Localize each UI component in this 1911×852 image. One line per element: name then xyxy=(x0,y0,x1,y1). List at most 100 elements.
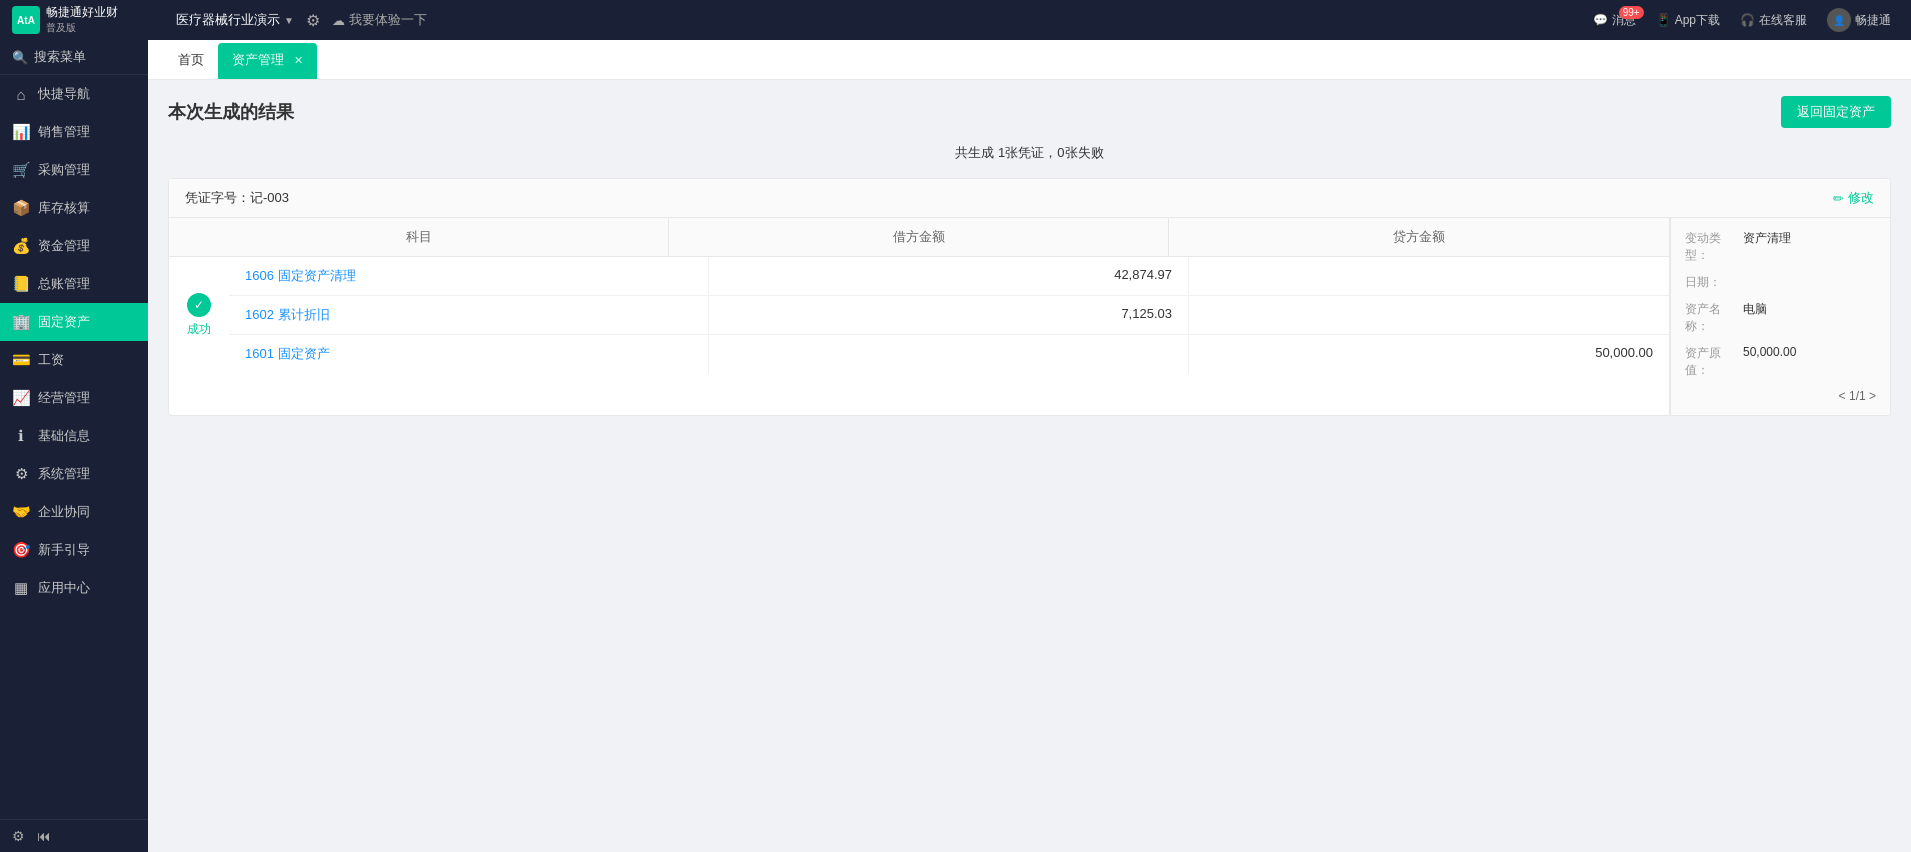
operations-icon: 📈 xyxy=(12,389,30,407)
info-icon: ℹ xyxy=(12,427,30,445)
prev-page-button[interactable]: < xyxy=(1839,389,1846,403)
asset-name-label: 资产名称： xyxy=(1685,301,1743,335)
download-icon: 📱 xyxy=(1656,13,1671,27)
page-content: 本次生成的结果 返回固定资产 共生成 1张凭证，0张失败 凭证字号：记-003 … xyxy=(148,80,1911,852)
collapse-icon[interactable]: ⏮ xyxy=(37,828,51,844)
chevron-down-icon: ▼ xyxy=(284,15,294,26)
cell-subject-2: 1601 固定资产 xyxy=(229,335,709,373)
tab-bar: 首页 资产管理 ✕ xyxy=(148,40,1911,80)
page-indicator: 1/1 xyxy=(1849,389,1869,403)
status-row: ✓ 成功 1606 固定资产清理 42,874.97 160 xyxy=(169,257,1669,373)
system-icon: ⚙ xyxy=(12,465,30,483)
sidebar-footer: ⚙ ⏮ xyxy=(0,819,148,852)
app-download-button[interactable]: 📱 App下载 xyxy=(1656,12,1720,29)
side-info-panel: 变动类型： 资产清理 日期： 资产名称： 电脑 资产原值： xyxy=(1670,218,1890,415)
date-label: 日期： xyxy=(1685,274,1743,291)
experience-button[interactable]: ☁ 我要体验一下 xyxy=(332,11,427,29)
edit-icon: ✏ xyxy=(1833,191,1844,206)
capital-icon: 💰 xyxy=(12,237,30,255)
sidebar-item-guide[interactable]: 🎯 新手引导 xyxy=(0,531,148,569)
sidebar-item-label: 企业协同 xyxy=(38,503,90,521)
col-credit: 贷方金额 xyxy=(1169,218,1669,256)
asset-name-row: 资产名称： 电脑 xyxy=(1685,301,1876,335)
sidebar-item-purchase[interactable]: 🛒 采购管理 xyxy=(0,151,148,189)
experience-label: 我要体验一下 xyxy=(349,11,427,29)
sidebar-item-ledger[interactable]: 📒 总账管理 xyxy=(0,265,148,303)
content-area: 首页 资产管理 ✕ 本次生成的结果 返回固定资产 共生成 1张凭证，0张失败 凭… xyxy=(148,40,1911,852)
cell-credit-1 xyxy=(1189,296,1669,334)
table-rows-area: 1606 固定资产清理 42,874.97 1602 累计折旧 7,125.03 xyxy=(229,257,1669,373)
edit-label: 修改 xyxy=(1848,189,1874,207)
page-header: 本次生成的结果 返回固定资产 xyxy=(168,96,1891,128)
sidebar-item-app-center[interactable]: ▦ 应用中心 xyxy=(0,569,148,607)
search-menu-button[interactable]: 🔍 搜索菜单 xyxy=(0,40,148,75)
company-selector[interactable]: 医疗器械行业演示 ▼ xyxy=(176,11,294,29)
sidebar-item-operations[interactable]: 📈 经营管理 xyxy=(0,379,148,417)
sidebar-item-label: 固定资产 xyxy=(38,313,90,331)
cell-credit-0 xyxy=(1189,257,1669,295)
status-area: ✓ 成功 xyxy=(169,283,229,348)
tab-close-icon[interactable]: ✕ xyxy=(294,54,303,66)
voucher-number: 凭证字号：记-003 xyxy=(185,189,289,207)
sidebar-item-cooperation[interactable]: 🤝 企业协同 xyxy=(0,493,148,531)
message-icon: 💬 xyxy=(1593,13,1608,27)
home-icon: ⌂ xyxy=(12,86,30,103)
app-download-label: App下载 xyxy=(1675,12,1720,29)
table-row: 1606 固定资产清理 42,874.97 xyxy=(229,257,1669,296)
user-profile[interactable]: 👤 畅捷通 xyxy=(1827,8,1891,32)
app-center-icon: ▦ xyxy=(12,579,30,597)
sidebar-item-sales[interactable]: 📊 销售管理 xyxy=(0,113,148,151)
sidebar-item-system[interactable]: ⚙ 系统管理 xyxy=(0,455,148,493)
cloud-icon: ☁ xyxy=(332,13,345,28)
sidebar: 🔍 搜索菜单 ⌂ 快捷导航 📊 销售管理 🛒 采购管理 📦 库存核算 💰 资金管… xyxy=(0,40,148,852)
sidebar-item-label: 总账管理 xyxy=(38,275,90,293)
ledger-icon: 📒 xyxy=(12,275,30,293)
table-row: 1601 固定资产 50,000.00 xyxy=(229,335,1669,373)
tab-asset-mgmt[interactable]: 资产管理 ✕ xyxy=(218,43,317,79)
service-icon: 🎧 xyxy=(1740,13,1755,27)
edit-button[interactable]: ✏ 修改 xyxy=(1833,189,1874,207)
top-header: AtA 畅捷通好业财 普及版 医疗器械行业演示 ▼ ⚙ ☁ 我要体验一下 💬 消… xyxy=(0,0,1911,40)
tab-home-label: 首页 xyxy=(178,52,204,67)
gear-icon[interactable]: ⚙ xyxy=(306,11,320,30)
sidebar-item-label: 销售管理 xyxy=(38,123,90,141)
purchase-icon: 🛒 xyxy=(12,161,30,179)
sidebar-item-label: 基础信息 xyxy=(38,427,90,445)
messages-badge: 99+ xyxy=(1619,6,1644,19)
sidebar-item-fixed-assets[interactable]: 🏢 固定资产 xyxy=(0,303,148,341)
sidebar-item-label: 快捷导航 xyxy=(38,85,90,103)
tab-home[interactable]: 首页 xyxy=(164,43,218,79)
success-icon: ✓ xyxy=(187,293,211,317)
sidebar-item-label: 应用中心 xyxy=(38,579,90,597)
company-name: 医疗器械行业演示 xyxy=(176,11,280,29)
messages-button[interactable]: 💬 消息 99+ xyxy=(1593,12,1636,29)
cell-debit-2 xyxy=(709,335,1189,373)
sidebar-item-label: 经营管理 xyxy=(38,389,90,407)
online-service-button[interactable]: 🎧 在线客服 xyxy=(1740,12,1807,29)
sidebar-item-basic-info[interactable]: ℹ 基础信息 xyxy=(0,417,148,455)
cell-subject-0: 1606 固定资产清理 xyxy=(229,257,709,295)
col-debit: 借方金额 xyxy=(669,218,1169,256)
settings-icon[interactable]: ⚙ xyxy=(12,828,25,844)
search-menu-label: 搜索菜单 xyxy=(34,48,86,66)
header-right: 💬 消息 99+ 📱 App下载 🎧 在线客服 👤 畅捷通 xyxy=(1593,8,1899,32)
sidebar-item-label: 工资 xyxy=(38,351,64,369)
cooperation-icon: 🤝 xyxy=(12,503,30,521)
cell-credit-2: 50,000.00 xyxy=(1189,335,1669,373)
summary-text: 共生成 1张凭证，0张失败 xyxy=(168,144,1891,162)
return-fixed-assets-button[interactable]: 返回固定资产 xyxy=(1781,96,1891,128)
sidebar-item-quick-nav[interactable]: ⌂ 快捷导航 xyxy=(0,75,148,113)
cell-debit-0: 42,874.97 xyxy=(709,257,1189,295)
sidebar-item-payroll[interactable]: 💳 工资 xyxy=(0,341,148,379)
online-service-label: 在线客服 xyxy=(1759,12,1807,29)
voucher-header: 凭证字号：记-003 ✏ 修改 xyxy=(169,179,1890,218)
cell-subject-1: 1602 累计折旧 xyxy=(229,296,709,334)
asset-name-value: 电脑 xyxy=(1743,301,1767,335)
voucher-card: 凭证字号：记-003 ✏ 修改 科目 借方金额 贷方金额 xyxy=(168,178,1891,416)
next-page-button[interactable]: > xyxy=(1869,389,1876,403)
search-icon: 🔍 xyxy=(12,50,28,65)
original-value-row: 资产原值： 50,000.00 xyxy=(1685,345,1876,379)
sidebar-item-capital[interactable]: 💰 资金管理 xyxy=(0,227,148,265)
sidebar-item-inventory[interactable]: 📦 库存核算 xyxy=(0,189,148,227)
building-icon: 🏢 xyxy=(12,313,30,331)
